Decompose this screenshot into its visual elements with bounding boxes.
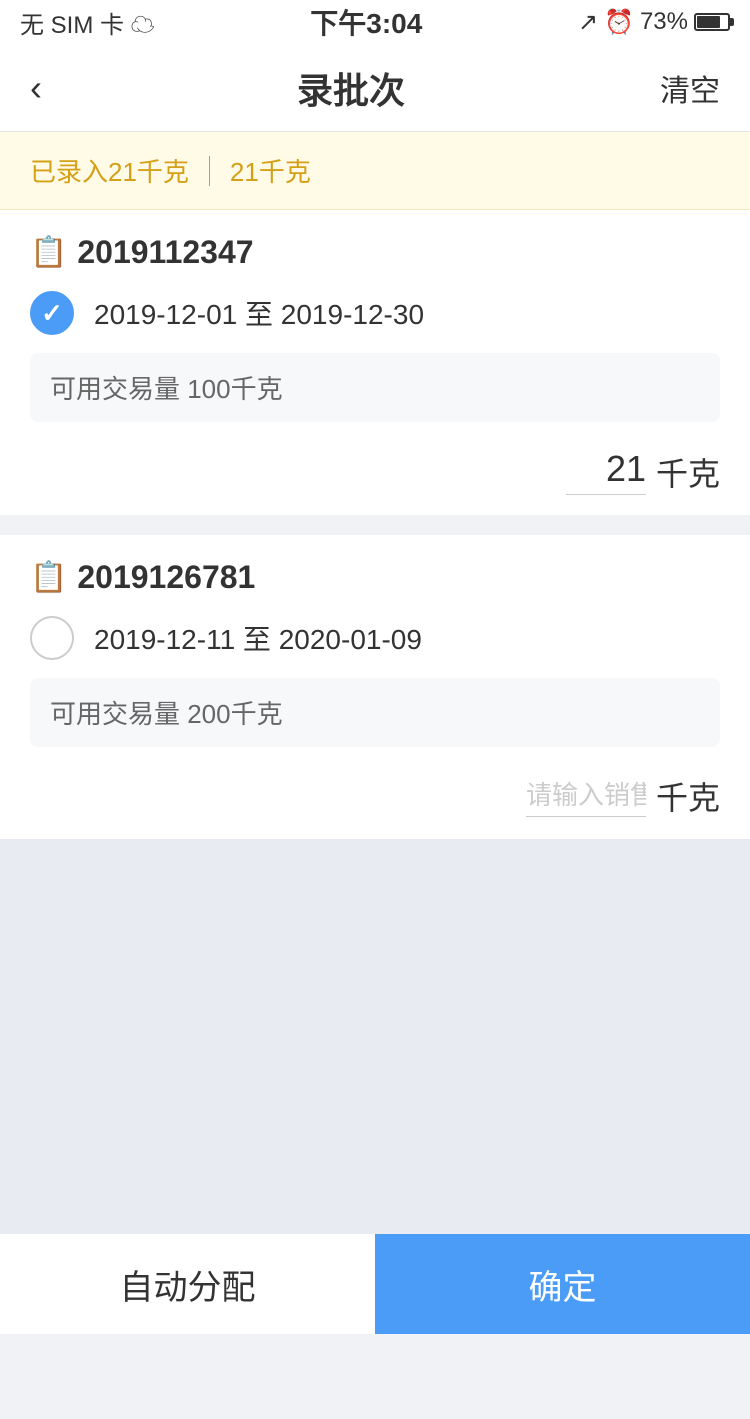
status-time: 下午3:04 [310,2,422,42]
status-right: ↗ ⏰ 73% [578,8,730,37]
page-title: 录批次 [297,62,405,114]
battery-percent: 73% [640,8,688,36]
batch-available-1: 可用交易量 100千克 [30,353,720,422]
batch-radio-1[interactable] [30,291,74,335]
batch-date-row-1[interactable]: 2019-12-01 至 2019-12-30 [0,281,750,345]
batch-quantity-row-2: 千克 [0,763,750,839]
batch-doc-icon-2: 📋 [30,560,67,595]
clear-button[interactable]: 清空 [660,66,720,110]
quantity-unit-1: 千克 [656,449,720,495]
quantity-input-2[interactable] [526,775,646,817]
batch-header-1: 📋 2019112347 [0,210,750,281]
back-button[interactable]: ‹ [30,67,42,109]
batch-date-2: 2019-12-11 至 2020-01-09 [94,618,422,658]
info-banner: 已录入21千克 21千克 [0,132,750,210]
bottom-actions: 自动分配 确定 [0,1234,750,1334]
recorded-amount: 已录入21千克 [30,152,189,189]
batch-date-1: 2019-12-01 至 2019-12-30 [94,293,424,333]
status-bar: 无 SIM 卡 ☁ 下午3:04 ↗ ⏰ 73% [0,0,750,44]
sim-label: 无 SIM 卡 ☁ [20,5,155,40]
quantity-unit-2: 千克 [656,773,720,819]
total-amount: 21千克 [230,152,311,189]
auto-distribute-button[interactable]: 自动分配 [0,1234,375,1334]
batch-card-2: 📋 2019126781 2019-12-11 至 2020-01-09 可用交… [0,535,750,839]
confirm-button[interactable]: 确定 [375,1234,750,1334]
status-left: 无 SIM 卡 ☁ [20,5,155,40]
nav-bar: ‹ 录批次 清空 [0,44,750,132]
alarm-icon: ⏰ [604,8,634,37]
batch-card-1: 📋 2019112347 2019-12-01 至 2019-12-30 可用交… [0,210,750,515]
batch-id-2: 2019126781 [77,559,255,596]
batch-header-2: 📋 2019126781 [0,535,750,606]
batch-id-1: 2019112347 [77,234,253,271]
banner-divider [209,156,210,186]
location-icon: ↗ [578,8,598,37]
batch-date-row-2[interactable]: 2019-12-11 至 2020-01-09 [0,606,750,670]
quantity-value-1: 21 [566,448,646,495]
batch-radio-2[interactable] [30,616,74,660]
battery-icon [694,13,730,31]
batch-available-2: 可用交易量 200千克 [30,678,720,747]
batch-quantity-row-1: 21 千克 [0,438,750,515]
section-divider-1 [0,515,750,535]
batch-doc-icon-1: 📋 [30,235,67,270]
